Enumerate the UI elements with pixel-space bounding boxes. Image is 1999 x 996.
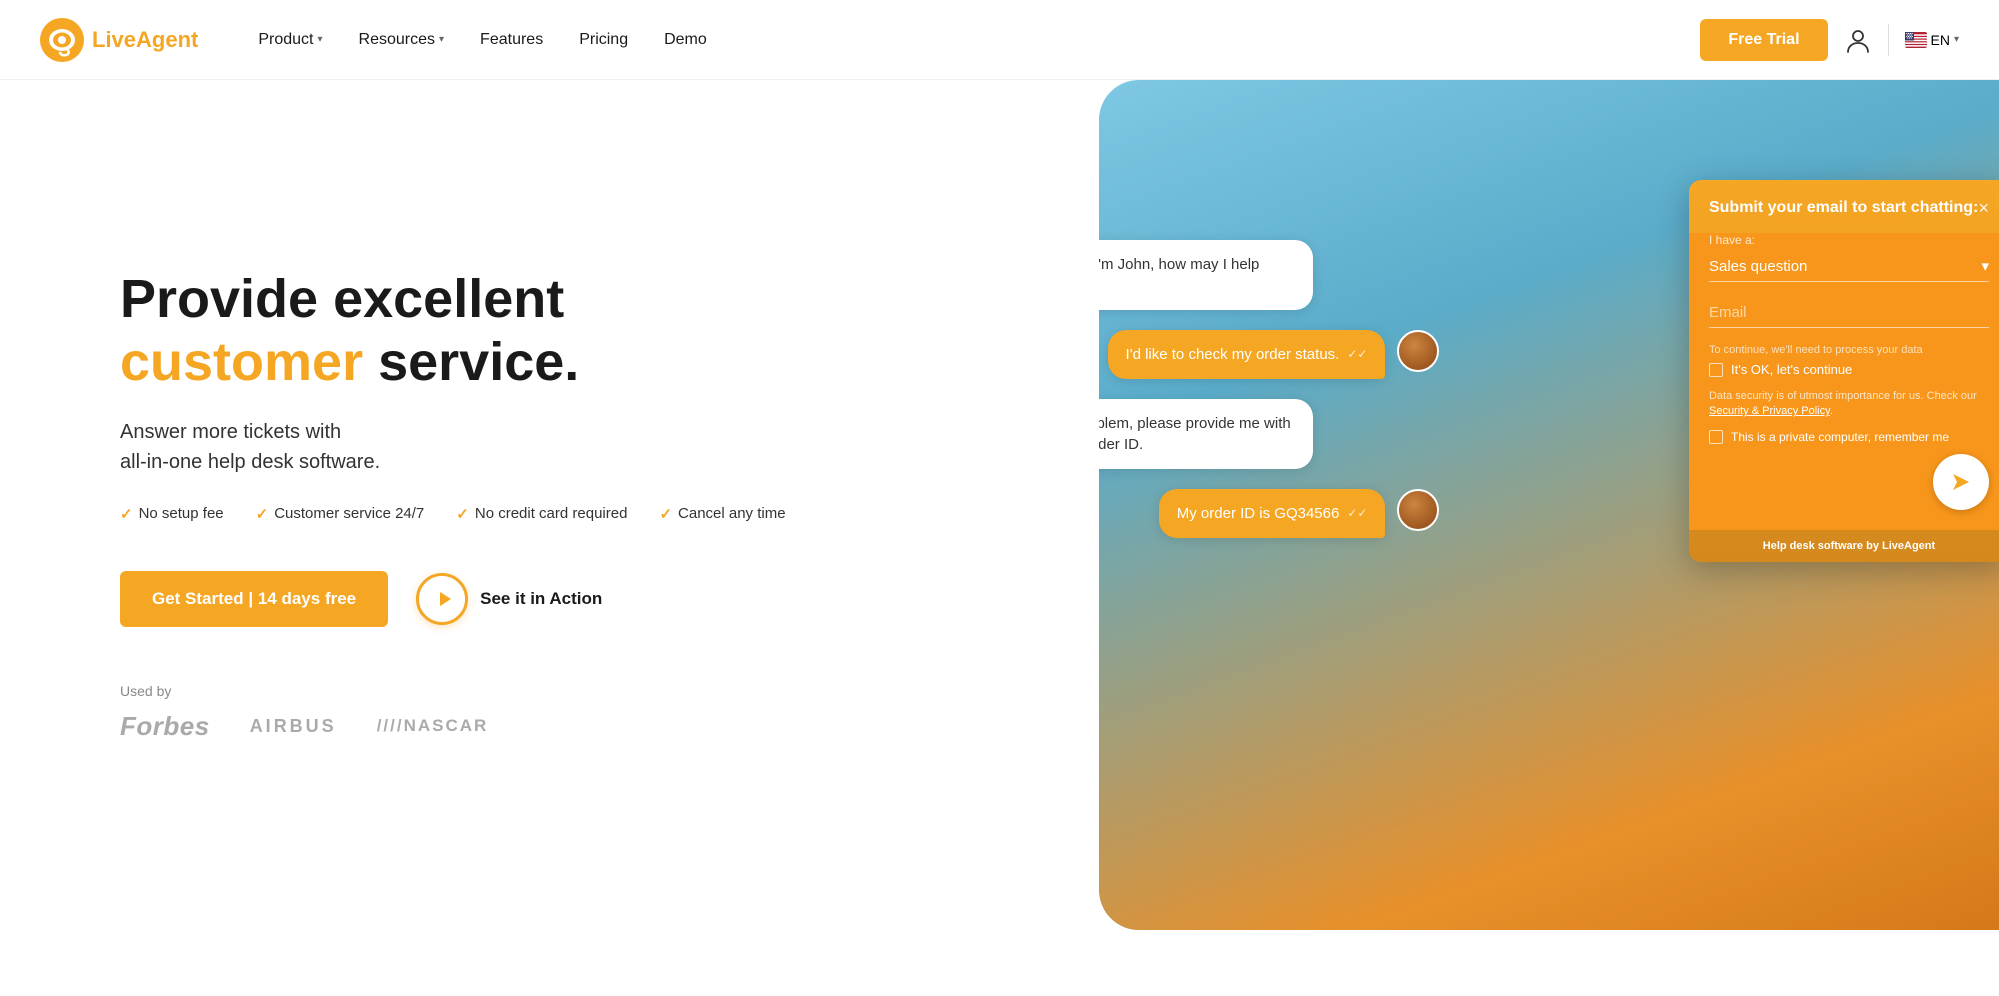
remember-checkbox-row[interactable]: This is a private computer, remember me (1709, 430, 1989, 444)
chat-bubble-user-1: I'd like to check my order status. ✓✓ (1108, 330, 1386, 379)
feature-no-cc: No credit card required (456, 505, 627, 523)
nav-features[interactable]: Features (480, 31, 543, 49)
navbar: LiveAgent Product ▾ Resources ▾ Features… (0, 0, 1999, 80)
user-avatar-1 (1397, 330, 1439, 372)
brand-forbes: Forbes (120, 711, 210, 742)
get-started-button[interactable]: Get Started | 14 days free (120, 571, 388, 627)
brand-airbus: AIRBUS (250, 716, 337, 737)
nav-links: Product ▾ Resources ▾ Features Pricing D… (258, 31, 1700, 49)
brand-nascar: ////NASCAR (377, 716, 489, 736)
logo-icon (40, 18, 84, 62)
chat-message-2: I'd like to check my order status. ✓✓ (1099, 330, 1439, 379)
chat-typing-row (1099, 558, 1439, 600)
used-by-label: Used by (120, 683, 1039, 699)
flag-icon (1905, 32, 1927, 48)
play-icon (434, 589, 454, 609)
chevron-down-icon: ▾ (1981, 257, 1989, 275)
remember-checkbox-label: This is a private computer, remember me (1731, 430, 1949, 444)
feature-no-setup: No setup fee (120, 505, 224, 523)
widget-body: I have a: Sales question ▾ To continue, … (1689, 233, 1999, 530)
chat-bubble-agent-1: Hello, I'm John, how may I help you? (1099, 240, 1313, 310)
nav-demo[interactable]: Demo (664, 31, 707, 49)
user-avatar-2 (1397, 489, 1439, 531)
logo-link[interactable]: LiveAgent (40, 18, 198, 62)
feature-support: Customer service 24/7 (256, 505, 425, 523)
brand-logos: Forbes AIRBUS ////NASCAR (120, 711, 1039, 742)
consent-checkbox[interactable] (1709, 363, 1723, 377)
close-icon[interactable]: × (1978, 198, 1989, 219)
hero-cta: Get Started | 14 days free See it in Act… (120, 571, 1039, 627)
hero-left: Provide excellent customer service. Answ… (0, 80, 1099, 930)
nav-product[interactable]: Product ▾ (258, 31, 322, 49)
chat-message-1: Hello, I'm John, how may I help you? (1099, 240, 1439, 310)
widget-email-field (1709, 298, 1989, 328)
nav-pricing[interactable]: Pricing (579, 31, 628, 49)
hero-title: Provide excellent customer service. (120, 268, 1039, 392)
chevron-down-icon: ▾ (1954, 34, 1959, 45)
widget-consent: To continue, we'll need to process your … (1709, 344, 1989, 377)
nav-resources[interactable]: Resources ▾ (359, 31, 445, 49)
logo-text: LiveAgent (92, 27, 198, 53)
consent-checkbox-label: It's OK, let's continue (1731, 362, 1852, 377)
privacy-link[interactable]: Security & Privacy Policy (1709, 405, 1830, 417)
widget-title: Submit your email to start chatting: (1709, 198, 1978, 219)
widget-department-field: I have a: Sales question ▾ (1709, 233, 1989, 282)
used-by-section: Used by Forbes AIRBUS ////NASCAR (120, 683, 1039, 742)
hero-right: Hello, I'm John, how may I help you? I'd… (1099, 80, 1999, 930)
widget-field-label: I have a: (1709, 233, 1989, 247)
privacy-text: Data security is of utmost importance fo… (1709, 389, 1989, 420)
free-trial-button[interactable]: Free Trial (1700, 19, 1827, 61)
send-icon (1950, 471, 1972, 493)
chevron-down-icon: ▾ (318, 34, 323, 45)
consent-checkbox-row[interactable]: It's OK, let's continue (1709, 362, 1989, 377)
email-input[interactable] (1709, 298, 1989, 328)
hero-section: Provide excellent customer service. Answ… (0, 80, 1999, 930)
hero-features: No setup fee Customer service 24/7 No cr… (120, 505, 1039, 523)
chat-message-4: My order ID is GQ34566 ✓✓ (1099, 489, 1439, 538)
chevron-down-icon: ▾ (439, 34, 444, 45)
see-action-label: See it in Action (480, 589, 602, 609)
feature-cancel: Cancel any time (659, 505, 785, 523)
user-icon[interactable] (1844, 26, 1872, 54)
widget-department-select[interactable]: Sales question ▾ (1709, 251, 1989, 282)
chat-bubble-agent-2: No problem, please provide me with your … (1099, 399, 1313, 469)
nav-divider (1888, 24, 1889, 56)
nav-right: Free Trial (1700, 19, 1959, 61)
chat-widget: Submit your email to start chatting: × I… (1689, 180, 1999, 562)
chat-bubble-user-2: My order ID is GQ34566 ✓✓ (1159, 489, 1386, 538)
see-action-link[interactable]: See it in Action (416, 573, 602, 625)
lang-label: EN (1931, 32, 1950, 48)
consent-label: To continue, we'll need to process your … (1709, 344, 1989, 356)
language-selector[interactable]: EN ▾ (1905, 32, 1959, 48)
remember-checkbox[interactable] (1709, 430, 1723, 444)
submit-button[interactable] (1933, 454, 1989, 510)
chat-overlay: Hello, I'm John, how may I help you? I'd… (1099, 240, 1439, 600)
widget-footer: Help desk software by LiveAgent (1689, 530, 1999, 562)
hero-subtitle: Answer more tickets with all-in-one help… (120, 417, 1039, 477)
play-button[interactable] (416, 573, 468, 625)
widget-header: Submit your email to start chatting: × (1689, 180, 1999, 233)
widget-submit-area (1709, 454, 1989, 510)
chat-message-3: No problem, please provide me with your … (1099, 399, 1439, 469)
